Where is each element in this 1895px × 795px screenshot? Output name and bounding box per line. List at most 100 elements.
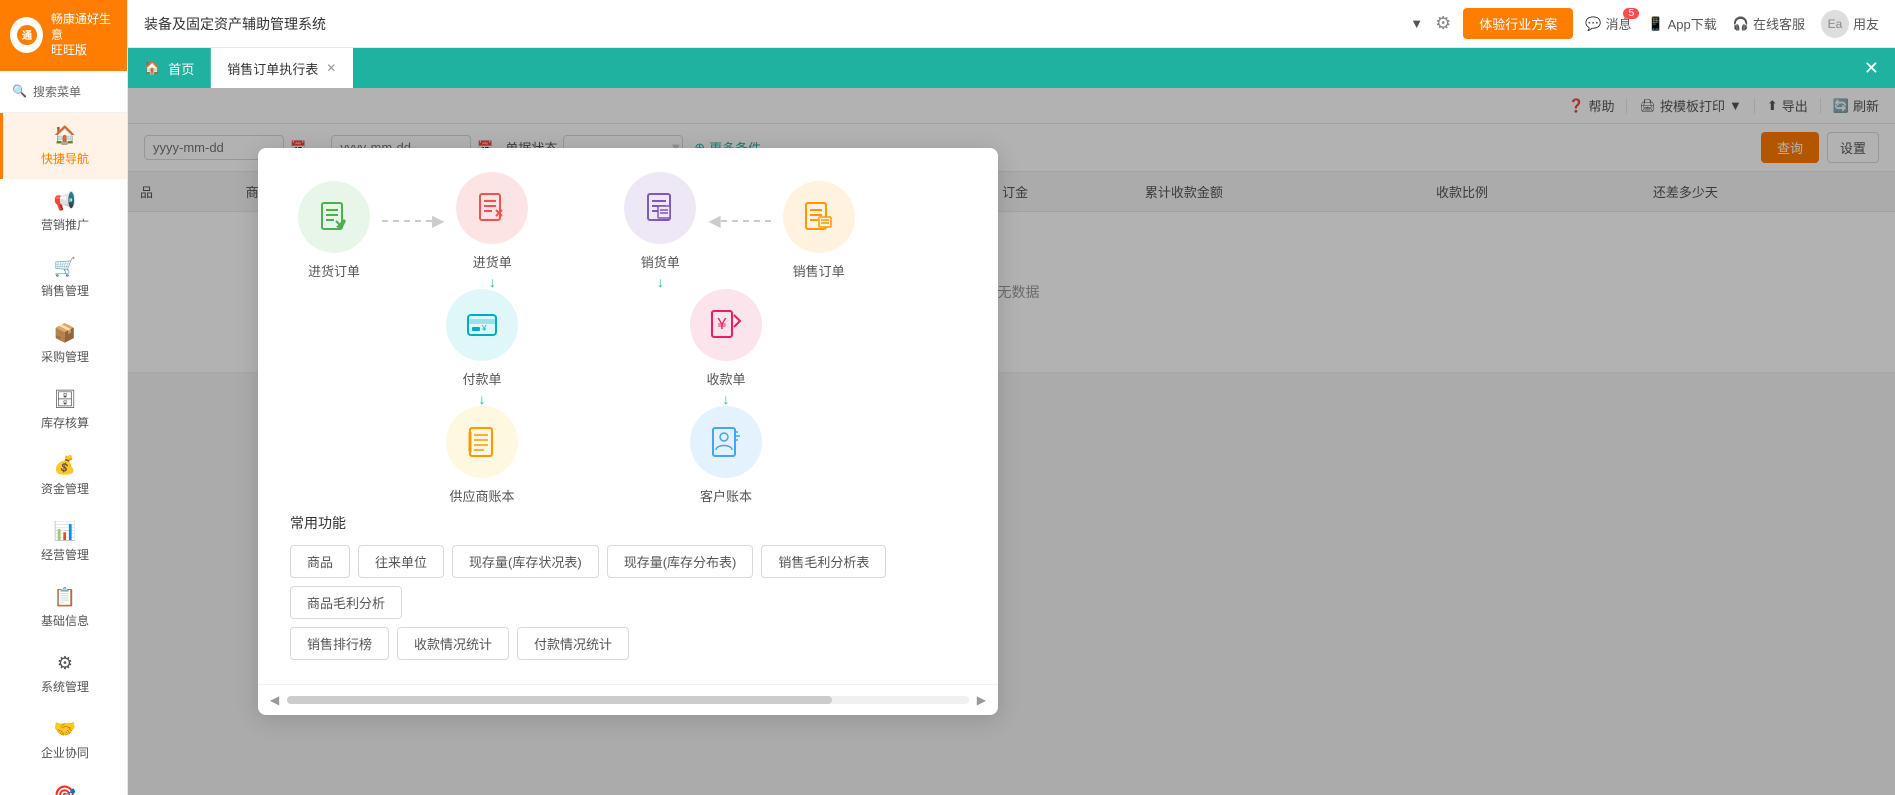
message-badge: 5	[1623, 8, 1639, 19]
topbar: 装备及固定资产辅助管理系统 ▼ ⚙ 体验行业方案 💬 消息 5 📱 App下载 …	[128, 0, 1895, 48]
sys-mgmt-icon: ⚙	[57, 653, 73, 674]
func-btn-sales-profit[interactable]: 销售毛利分析表	[761, 545, 886, 578]
sidebar-item-base-info[interactable]: 📋 基础信息	[0, 575, 127, 641]
sidebar-item-corp-coop[interactable]: 🤝 企业协同	[0, 707, 127, 773]
customer-ledger-col: 客户账本	[682, 406, 770, 505]
flow-middle-section: ¥ 付款单 ↓	[438, 289, 966, 406]
marketing-icon: 📢	[54, 191, 76, 212]
purchase-bill-node[interactable]: 进货单	[456, 172, 528, 271]
supplier-ledger-node[interactable]: 供应商账本	[446, 406, 518, 505]
modal-footer: ◀ ▶	[258, 684, 998, 715]
func-btn-product-profit[interactable]: 商品毛利分析	[290, 586, 402, 619]
tabbar: 🏠 首页 销售订单执行表 ✕ ✕	[128, 48, 1895, 88]
payment-node[interactable]: ¥ 付款单	[446, 289, 518, 388]
sales-order-node[interactable]: 销售订单	[783, 181, 855, 280]
func-buttons-row2: 销售排行榜 收款情况统计 付款情况统计	[290, 627, 966, 660]
sidebar-item-new-guide[interactable]: 🎯 新手引导	[0, 773, 127, 795]
sidebar-item-inventory[interactable]: 🗄 库存核算	[0, 377, 127, 443]
purchase-order-col: 进货订单	[290, 181, 378, 280]
logo-text: 畅康通好生意 旺旺版	[51, 12, 117, 59]
purchase-order-node[interactable]: 进货订单	[298, 181, 370, 280]
func-btn-partner[interactable]: 往来单位	[358, 545, 444, 578]
main-content: 装备及固定资产辅助管理系统 ▼ ⚙ 体验行业方案 💬 消息 5 📱 App下载 …	[128, 0, 1895, 795]
purchase-icon: 📦	[54, 323, 76, 344]
search-icon: 🔍	[12, 84, 27, 98]
close-window-icon[interactable]: ✕	[1864, 58, 1879, 79]
func-btn-product[interactable]: 商品	[290, 545, 350, 578]
scroll-right-icon[interactable]: ▶	[977, 693, 986, 707]
app-download-item[interactable]: 📱 App下载	[1647, 14, 1716, 33]
sidebar-item-purchase[interactable]: 📦 采购管理	[0, 311, 127, 377]
sidebar-item-operations[interactable]: 📊 经营管理	[0, 509, 127, 575]
online-service-item[interactable]: 🎧 在线客服	[1733, 14, 1805, 33]
user-item[interactable]: Ea 用友	[1821, 10, 1879, 38]
purchase-bill-col: 进货单 ↓	[448, 172, 536, 289]
func-btn-stock-dist[interactable]: 现存量(库存分布表)	[607, 545, 754, 578]
scroll-thumb	[287, 696, 832, 704]
svg-text:通: 通	[22, 30, 32, 42]
topbar-right: 💬 消息 5 📱 App下载 🎧 在线客服 Ea 用友	[1585, 10, 1879, 38]
sales-icon: 🛒	[54, 257, 76, 278]
arrow1: ▶	[382, 211, 444, 231]
flow-modal: 进货订单 ▶	[258, 148, 998, 715]
system-title: 装备及固定资产辅助管理系统	[144, 14, 1398, 34]
sidebar-item-sales[interactable]: 🛒 销售管理	[0, 245, 127, 311]
sidebar-search[interactable]: 🔍 搜索菜单	[0, 71, 127, 113]
receipt-node[interactable]: ¥ 收款单	[690, 289, 762, 388]
tab-sales-order-exec[interactable]: 销售订单执行表 ✕	[211, 48, 353, 88]
down-arrow-payment: ↓	[479, 392, 486, 406]
sidebar-item-sys-mgmt[interactable]: ⚙ 系统管理	[0, 641, 127, 707]
home-icon: 🏠	[144, 60, 160, 76]
func-btn-sales-rank[interactable]: 销售排行榜	[290, 627, 389, 660]
quick-nav-icon: 🏠	[54, 125, 76, 146]
sidebar: 通 畅康通好生意 旺旺版 🔍 搜索菜单 🏠 快捷导航 📢 营销推广 �	[0, 0, 128, 795]
func-btn-payment-stats[interactable]: 付款情况统计	[517, 627, 629, 660]
sales-order-col: 销售订单	[775, 181, 863, 280]
sidebar-nav: 🏠 快捷导航 📢 营销推广 🛒 销售管理 📦 采购管理 🗄 库存核算 💰	[0, 113, 127, 795]
operations-icon: 📊	[54, 521, 76, 542]
payment-circle: ¥	[446, 289, 518, 361]
svg-text:¥: ¥	[481, 324, 487, 333]
message-icon: 💬	[1585, 16, 1601, 32]
func-btn-stock-status[interactable]: 现存量(库存状况表)	[452, 545, 599, 578]
common-functions-title: 常用功能	[290, 513, 966, 533]
modal-overlay: 进货订单 ▶	[128, 88, 1895, 795]
modal-body: 进货订单 ▶	[258, 148, 998, 684]
svg-text:¥: ¥	[717, 316, 727, 333]
tab-close-icon[interactable]: ✕	[326, 61, 336, 75]
headset-icon: 🎧	[1733, 16, 1749, 32]
sidebar-item-quick-nav[interactable]: 🏠 快捷导航	[0, 113, 127, 179]
flow-bottom-section: 供应商账本	[438, 406, 966, 505]
message-item[interactable]: 💬 消息 5	[1585, 14, 1631, 33]
customer-ledger-circle	[690, 406, 762, 478]
experience-btn[interactable]: 体验行业方案	[1463, 8, 1573, 39]
scroll-track[interactable]	[287, 696, 969, 704]
tab-home[interactable]: 🏠 首页	[128, 48, 211, 88]
avatar: Ea	[1821, 10, 1849, 38]
new-guide-icon: 🎯	[54, 785, 76, 795]
sales-order-circle	[783, 181, 855, 253]
sales-bill-node[interactable]: 销货单	[624, 172, 696, 271]
common-functions: 常用功能 商品 往来单位 现存量(库存状况表) 现存量(库存分布表) 销售毛利分…	[290, 513, 966, 660]
sales-bill-col: 销货单 ↓	[616, 172, 704, 289]
sidebar-item-finance[interactable]: 💰 资金管理	[0, 443, 127, 509]
corp-coop-icon: 🤝	[54, 719, 76, 740]
scroll-left-icon[interactable]: ◀	[270, 693, 279, 707]
payment-col: ¥ 付款单 ↓	[438, 289, 526, 406]
sidebar-item-marketing[interactable]: 📢 营销推广	[0, 179, 127, 245]
arrow2: ◀	[708, 211, 770, 231]
func-btn-receipt-stats[interactable]: 收款情况统计	[397, 627, 509, 660]
down-arrow-receipt: ↓	[723, 392, 730, 406]
base-info-icon: 📋	[54, 587, 76, 608]
purchase-order-circle	[298, 181, 370, 253]
search-menu-button[interactable]: 🔍 搜索菜单	[8, 79, 119, 104]
receipt-col: ¥ 收款单 ↓	[682, 289, 770, 406]
down-arrow-sales: ↓	[657, 275, 664, 289]
page-content: ❓ 帮助 🖨 按模板打印 ▼ ⬆ 导出 🔄 刷新	[128, 88, 1895, 795]
app-download-icon: 📱	[1647, 16, 1663, 32]
flow-top-section: 进货订单 ▶	[290, 172, 966, 289]
settings-icon[interactable]: ⚙	[1435, 13, 1451, 34]
supplier-ledger-circle	[446, 406, 518, 478]
customer-ledger-node[interactable]: 客户账本	[690, 406, 762, 505]
system-dropdown[interactable]: ▼	[1410, 16, 1423, 31]
